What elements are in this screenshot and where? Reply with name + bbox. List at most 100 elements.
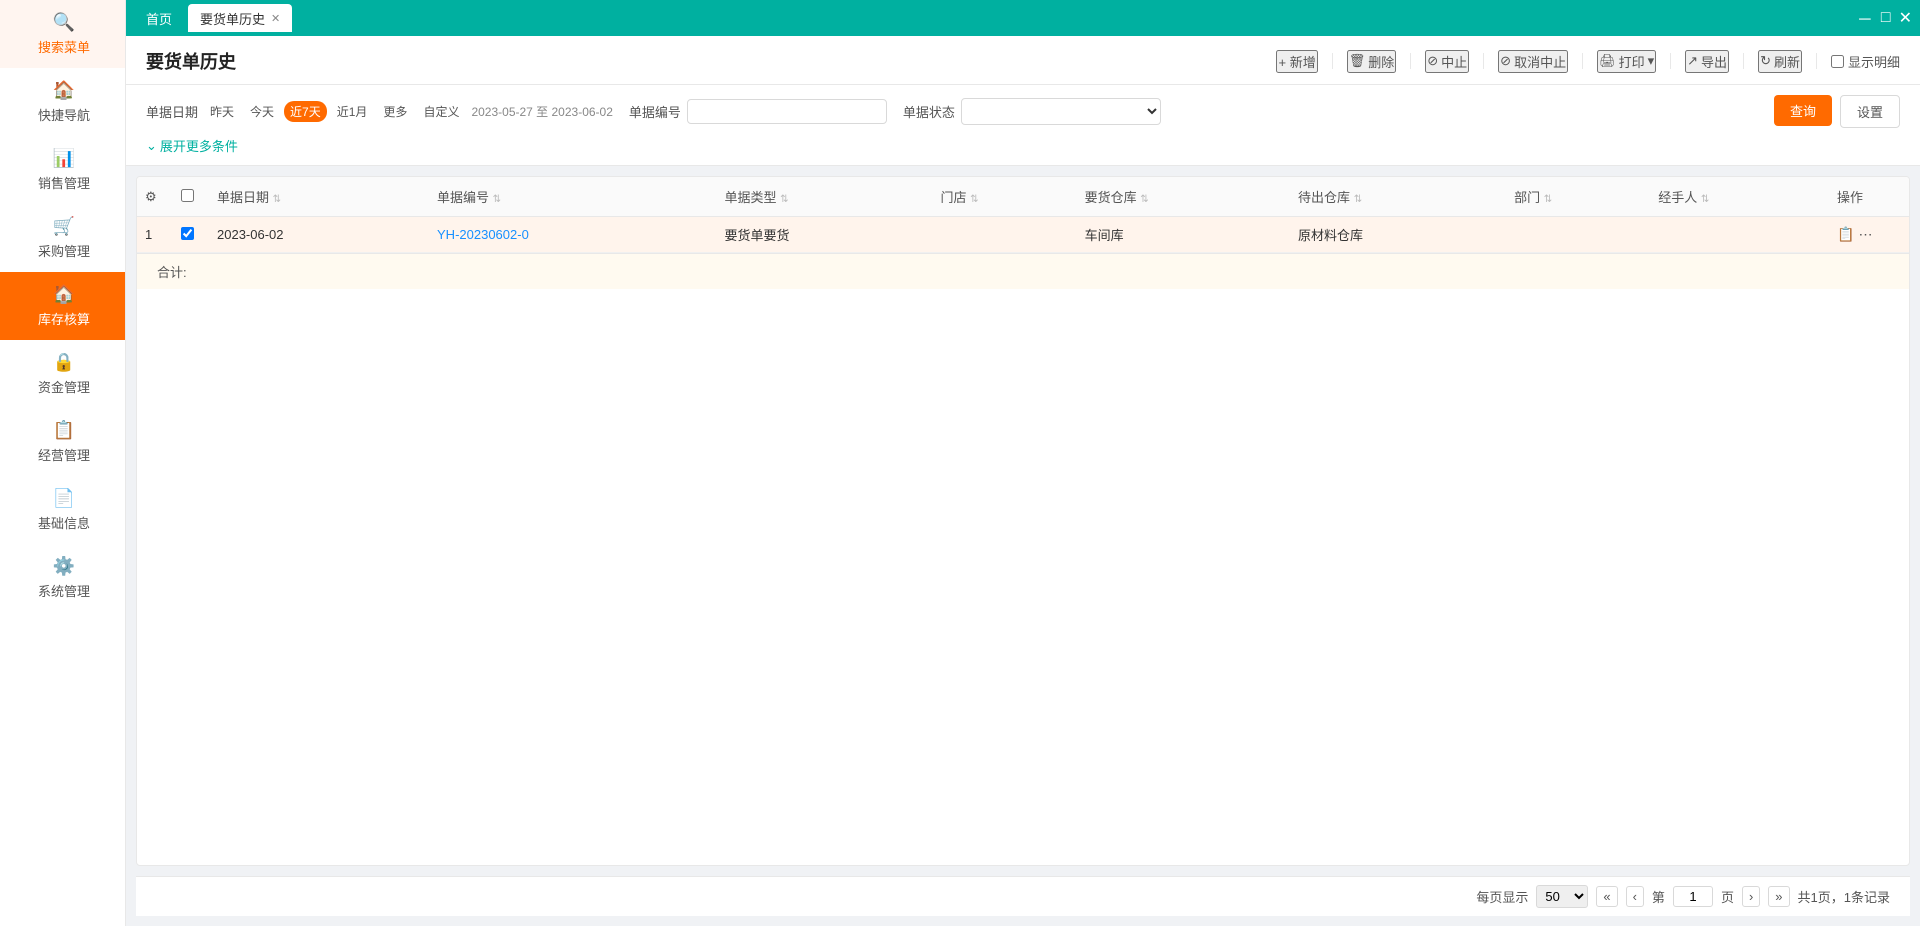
col-operations: 操作 [1829,177,1909,217]
divider [1582,53,1583,69]
doc-number-label: 单据编号 [629,102,681,121]
show-detail-checkbox[interactable]: 显示明细 [1831,52,1900,71]
new-button[interactable]: + 新增 [1276,50,1317,73]
last-page-btn[interactable]: » [1768,886,1789,907]
tab-bar: 首页 要货单历史 ✕ － □ ✕ [126,0,1920,36]
delete-button[interactable]: 🗑 删除 [1347,50,1397,73]
last7days-btn[interactable]: 近7天 [284,101,327,122]
sort-icon[interactable]: ⇅ [493,194,501,205]
page-label: 第 [1652,887,1665,906]
main-area: 首页 要货单历史 ✕ － □ ✕ 要货单历史 + 新增 🗑 [126,0,1920,926]
divider [1816,53,1817,69]
window-close-icon[interactable]: ✕ [1899,8,1912,28]
stop-button[interactable]: ⊘ 中止 [1425,50,1469,73]
row-handler [1650,217,1829,253]
doc-status-filter: 单据状态 [903,98,1161,125]
table-settings-icon[interactable]: ⚙ [145,189,157,204]
doc-number-link[interactable]: YH-20230602-0 [437,227,529,242]
show-detail-input[interactable] [1831,55,1844,68]
col-pending-warehouse: 待出仓库 ⇅ [1290,177,1506,217]
divider [1410,53,1411,69]
sort-icon[interactable]: ⇅ [1701,194,1709,205]
row-doc-type: 要货单要货 [716,217,932,253]
page-title-row: 要货单历史 + 新增 🗑 删除 ⊘ 中止 [146,48,1900,74]
delete-icon: 🗑 [1349,53,1366,69]
clipboard-icon: 📋 [53,420,75,441]
row-pending-warehouse: 原材料仓库 [1290,217,1506,253]
total-info: 共1页，1条记录 [1798,887,1890,906]
sort-icon[interactable]: ⇅ [273,194,281,205]
doc-status-select[interactable] [961,98,1161,125]
export-button[interactable]: ↗ 导出 [1685,50,1729,73]
sidebar-item-finance[interactable]: 🔒 资金管理 [0,340,125,408]
col-req-warehouse: 要货仓库 ⇅ [1077,177,1290,217]
row-doc-date: 2023-06-02 [209,217,429,253]
doc-number-input[interactable] [687,99,887,124]
sidebar-item-system[interactable]: ⚙️ 系统管理 [0,544,125,612]
row-edit-btn[interactable]: 📋 [1837,226,1854,243]
maximize-icon[interactable]: □ [1881,9,1891,27]
yesterday-btn[interactable]: 昨天 [204,101,240,122]
last1month-btn[interactable]: 近1月 [331,101,374,122]
filter-row-1: 单据日期 昨天 今天 近7天 近1月 更多 自定义 2023-05-27 至 2… [146,95,1900,128]
col-doc-type: 单据类型 ⇅ [716,177,932,217]
col-department: 部门 ⇅ [1506,177,1650,217]
sidebar-item-inventory[interactable]: 🏠 库存核算 [0,272,125,340]
expand-more-btn[interactable]: ⌄ 展开更多条件 [146,136,1900,155]
sidebar-item-search-menu[interactable]: 🔍 搜索菜单 [0,0,125,68]
chart-icon: 📊 [53,148,75,169]
today-btn[interactable]: 今天 [244,101,280,122]
sort-icon[interactable]: ⇅ [1140,194,1148,205]
content-area: 要货单历史 + 新增 🗑 删除 ⊘ 中止 [126,36,1920,926]
table-footer: 合计: [137,253,1909,289]
row-index: 1 [137,217,173,253]
prev-page-btn[interactable]: ‹ [1626,886,1644,907]
minimize-icon[interactable]: － [1857,6,1873,30]
lock-icon: 🔒 [53,352,75,373]
sort-icon[interactable]: ⇅ [970,194,978,205]
sort-icon[interactable]: ⇅ [780,194,788,205]
doc-icon: 📄 [53,488,75,509]
tab-home[interactable]: 首页 [134,4,184,32]
sidebar: 🔍 搜索菜单 🏠 快捷导航 📊 销售管理 🛒 采购管理 🏠 库存核算 🔒 资金管… [0,0,126,926]
refresh-button[interactable]: ↻ 刷新 [1758,50,1802,73]
settings-button[interactable]: 设置 [1840,95,1900,128]
sort-icon[interactable]: ⇅ [1354,194,1362,205]
sort-icon[interactable]: ⇅ [1544,194,1552,205]
date-range-display: 2023-05-27 至 2023-06-02 [471,103,612,120]
search-icon: 🔍 [53,12,75,33]
cancel-stop-button[interactable]: ⊘ 取消中止 [1498,50,1568,73]
cart-icon: 🛒 [53,216,75,237]
chevron-down-icon: ⌄ [146,138,157,154]
sidebar-item-operations[interactable]: 📋 经营管理 [0,408,125,476]
table-row[interactable]: 1 2023-06-02 YH-20230602-0 要货单要货 车间库 原材料… [137,217,1909,253]
row-doc-number: YH-20230602-0 [429,217,716,253]
col-store: 门店 ⇅ [933,177,1077,217]
tab-requisition-history[interactable]: 要货单历史 ✕ [188,4,292,32]
sidebar-item-sales[interactable]: 📊 销售管理 [0,136,125,204]
more-btn[interactable]: 更多 [377,101,413,122]
custom-btn[interactable]: 自定义 [417,101,465,122]
sidebar-item-purchase[interactable]: 🛒 采购管理 [0,204,125,272]
stop-icon: ⊘ [1427,53,1438,69]
sidebar-item-basic-info[interactable]: 📄 基础信息 [0,476,125,544]
tab-close-icon[interactable]: ✕ [271,12,280,25]
divider [1670,53,1671,69]
first-page-btn[interactable]: « [1596,886,1617,907]
query-button[interactable]: 查询 [1774,95,1832,126]
export-icon: ↗ [1687,53,1698,69]
doc-status-label: 单据状态 [903,102,955,121]
date-quick-buttons: 昨天 今天 近7天 近1月 更多 自定义 [204,101,465,122]
sidebar-item-quick-nav[interactable]: 🏠 快捷导航 [0,68,125,136]
print-button[interactable]: 🖨 打印 ▾ [1597,50,1656,73]
row-department [1506,217,1650,253]
per-page-select[interactable]: 50 100 [1536,885,1588,908]
date-filter-label: 单据日期 [146,102,198,121]
select-all-checkbox[interactable] [181,189,194,202]
refresh-icon: ↻ [1760,53,1771,69]
cancel-stop-icon: ⊘ [1500,53,1511,69]
next-page-btn[interactable]: › [1742,886,1760,907]
row-checkbox[interactable] [173,217,209,253]
row-more-btn[interactable]: ⋯ [1858,226,1872,243]
page-number-input[interactable] [1673,886,1713,907]
